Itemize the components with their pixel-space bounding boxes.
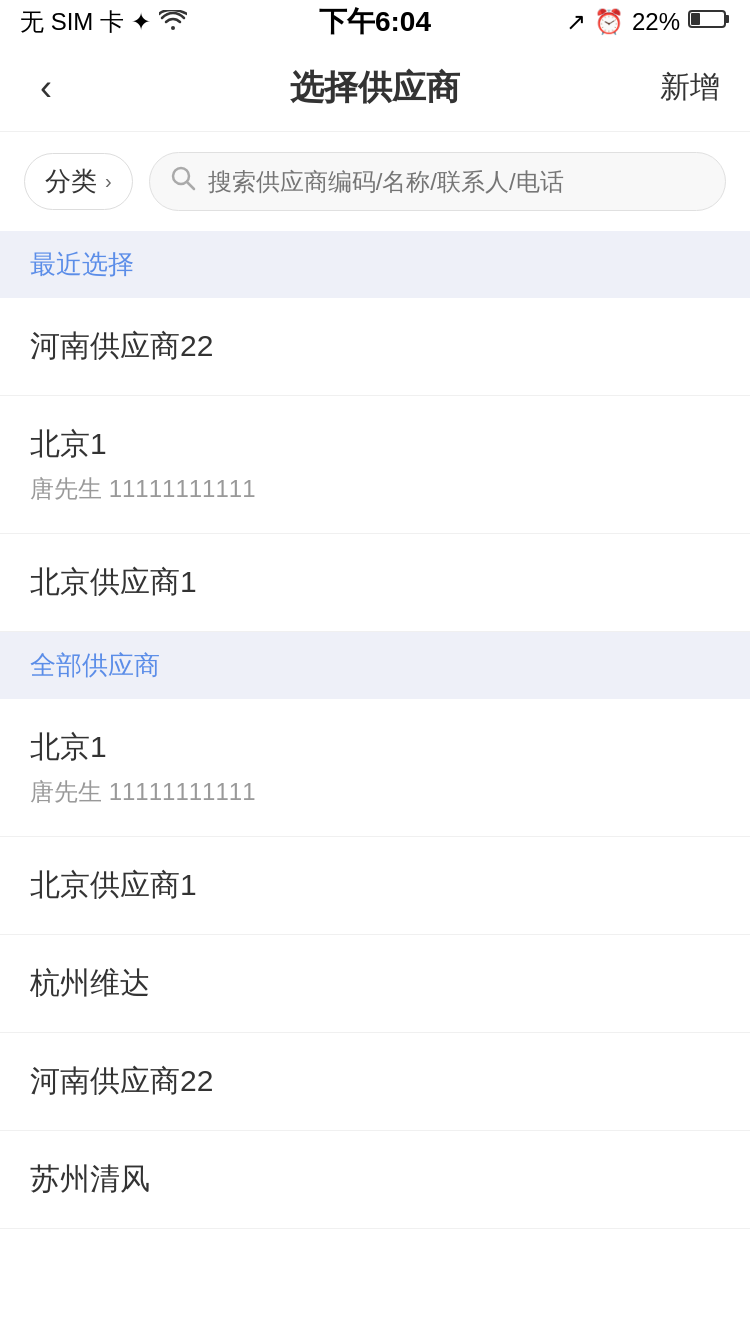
item-name: 河南供应商22 [30,1061,720,1102]
item-sub: 唐先生 11111111111 [30,473,720,505]
back-button[interactable]: ‹ [30,57,62,119]
all-section-header: 全部供应商 [0,632,750,699]
item-sub: 唐先生 11111111111 [30,776,720,808]
item-name: 北京供应商1 [30,562,720,603]
gps-icon: ↗ [566,8,586,36]
all-section-title: 全部供应商 [30,650,160,680]
list-item[interactable]: 河南供应商22 [0,298,750,396]
alarm-icon: ⏰ [594,8,624,36]
filter-bar: 分类 › [0,132,750,231]
nav-bar: ‹ 选择供应商 新增 [0,44,750,132]
svg-rect-1 [725,15,729,23]
list-item[interactable]: 北京1 唐先生 11111111111 [0,396,750,534]
item-name: 苏州清风 [30,1159,720,1200]
search-icon [170,165,196,198]
list-item[interactable]: 北京供应商1 [0,837,750,935]
add-button[interactable]: 新增 [660,67,720,108]
item-name: 北京1 [30,424,720,465]
wifi-icon [159,8,187,36]
item-name: 北京供应商1 [30,865,720,906]
list-item[interactable]: 杭州维达 [0,935,750,1033]
sim-label: 无 SIM 卡 ✦ [20,6,151,38]
battery-icon [688,8,730,36]
page-title: 选择供应商 [290,65,460,111]
category-label: 分类 [45,164,97,199]
chevron-right-icon: › [105,170,112,193]
all-items-list: 北京1 唐先生 11111111111 北京供应商1 杭州维达河南供应商22 苏州清风 [0,699,750,1229]
recent-section-title: 最近选择 [30,249,134,279]
status-left: 无 SIM 卡 ✦ [20,6,187,38]
search-box[interactable] [149,152,726,211]
recent-items-list: 河南供应商22 北京1 唐先生 11111111111 北京供应商1 [0,298,750,632]
battery-level: 22% [632,8,680,36]
svg-line-4 [187,182,194,189]
list-item[interactable]: 北京供应商1 [0,534,750,632]
item-name: 河南供应商22 [30,326,720,367]
status-bar: 无 SIM 卡 ✦ 下午6:04 ↗ ⏰ 22% [0,0,750,44]
list-item[interactable]: 北京1 唐先生 11111111111 [0,699,750,837]
status-time: 下午6:04 [319,3,431,41]
item-name: 杭州维达 [30,963,720,1004]
list-item[interactable]: 苏州清风 [0,1131,750,1229]
recent-section-header: 最近选择 [0,231,750,298]
list-item[interactable]: 河南供应商22 [0,1033,750,1131]
svg-rect-2 [691,13,700,25]
status-right: ↗ ⏰ 22% [566,8,730,36]
category-button[interactable]: 分类 › [24,153,133,210]
search-input[interactable] [208,168,705,196]
item-name: 北京1 [30,727,720,768]
